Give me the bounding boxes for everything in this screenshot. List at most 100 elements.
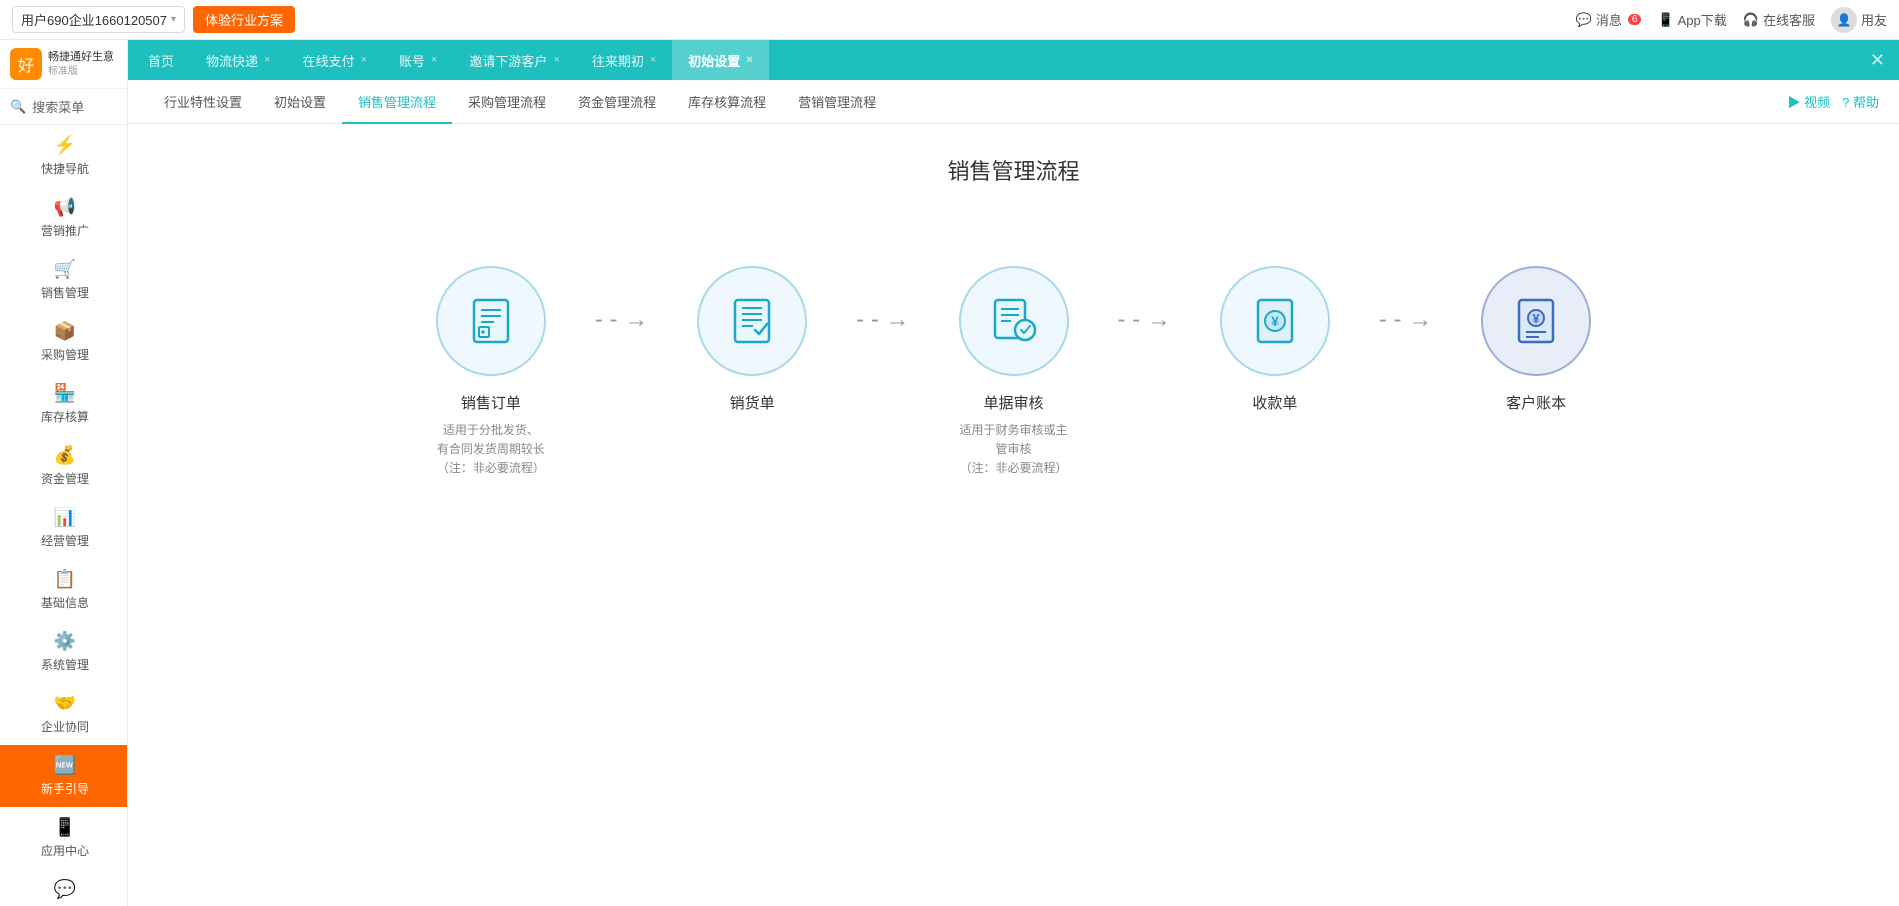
logistics-tab-close[interactable]: × [264, 54, 270, 66]
top-bar-right: 💬 消息 6 📱 App下载 🎧 在线客服 👤 用友 [1576, 7, 1887, 33]
top-bar-left: 用户690企业1660120507 ▾ 体验行业方案 [12, 6, 295, 33]
sidebar-item-label: 快捷导航 [41, 160, 89, 177]
sales-flow-tab-label: 销售管理流程 [358, 92, 436, 111]
nav-tab-invite[interactable]: 邀请下游客户 × [453, 40, 575, 80]
logo-text: 畅捷通好生意 标准版 [48, 50, 114, 77]
sidebar-item-sales[interactable]: 🛒 销售管理 [0, 249, 127, 311]
account-tab-label: 账号 [399, 51, 425, 70]
step-name-ledger: 客户账本 [1506, 392, 1566, 413]
nav-tab-payment[interactable]: 在线支付 × [286, 40, 382, 80]
system-icon: ⚙️ [54, 631, 76, 652]
arrow-2: - - → [852, 306, 913, 334]
marketing-flow-tab-label: 营销管理流程 [798, 92, 876, 111]
flow-circle-ledger: ¥ [1481, 266, 1591, 376]
video-link[interactable]: ▶ 视频 [1787, 92, 1830, 111]
init-setup-tab-close[interactable]: × [746, 54, 752, 66]
step-desc-sales-order: 适用于分批发货、有合同发货周期较长（注：非必要流程） [437, 421, 545, 479]
app-download-label: App下载 [1678, 10, 1727, 29]
sub-tab-init[interactable]: 初始设置 [258, 80, 342, 124]
purchase-flow-tab-label: 采购管理流程 [468, 92, 546, 111]
inventory-icon: 🏪 [54, 383, 76, 404]
sidebar-item-app-center[interactable]: 📱 应用中心 [0, 807, 127, 869]
sub-tab-marketing-flow[interactable]: 营销管理流程 [782, 80, 892, 124]
nav-tab-logistics[interactable]: 物流快递 × [190, 40, 286, 80]
nav-tab-period[interactable]: 往来期初 × [576, 40, 672, 80]
invite-tab-close[interactable]: × [553, 54, 559, 66]
flow-circle-delivery [697, 266, 807, 376]
sidebar-item-marketing[interactable]: 📢 营销推广 [0, 187, 127, 249]
user-selector[interactable]: 用户690企业1660120507 ▾ [12, 6, 185, 33]
sidebar-item-inventory[interactable]: 🏪 库存核算 [0, 373, 127, 435]
arrow-1: - - → [591, 306, 652, 334]
flow-step-audit: 单据审核 适用于财务审核或主管审核（注：非必要流程） [914, 266, 1114, 479]
flow-step-sales-order: 销售订单 适用于分批发货、有合同发货周期较长（注：非必要流程） [391, 266, 591, 479]
marketing-icon: 📢 [54, 197, 76, 218]
sidebar-search[interactable]: 🔍 搜索菜单 [0, 89, 127, 125]
user-avatar-item[interactable]: 👤 用友 [1831, 7, 1887, 33]
sidebar-item-label: 采购管理 [41, 346, 89, 363]
receipt-icon: ¥ [1248, 294, 1302, 348]
main-layout: 好 畅捷通好生意 标准版 🔍 搜索菜单 ⚡ 快捷导航 📢 营销推广 🛒 销售管理… [0, 40, 1899, 906]
avatar: 👤 [1831, 7, 1857, 33]
step-desc-audit: 适用于财务审核或主管审核（注：非必要流程） [959, 421, 1067, 479]
sidebar-item-label: 销售管理 [41, 284, 89, 301]
account-tab-close[interactable]: × [431, 54, 437, 66]
sidebar-item-quick-nav[interactable]: ⚡ 快捷导航 [0, 125, 127, 187]
service-label: 在线客服 [1763, 10, 1815, 29]
arrow-3: - - → [1114, 306, 1175, 334]
sidebar-item-basic-info[interactable]: 📋 基础信息 [0, 559, 127, 621]
sub-tabs-right: ▶ 视频 ? 帮助 [1787, 92, 1879, 111]
username-label: 用友 [1861, 10, 1887, 29]
flow-circle-receipt: ¥ [1220, 266, 1330, 376]
flow-step-receipt: ¥ 收款单 [1175, 266, 1375, 421]
play-icon: ▶ [1787, 95, 1800, 110]
step-name-receipt: 收款单 [1252, 392, 1297, 413]
sub-tab-purchase-flow[interactable]: 采购管理流程 [452, 80, 562, 124]
basic-info-icon: 📋 [54, 569, 76, 590]
nav-tab-account[interactable]: 账号 × [383, 40, 453, 80]
sidebar-item-label: 应用中心 [41, 842, 89, 859]
svg-text:¥: ¥ [1533, 311, 1541, 326]
period-tab-close[interactable]: × [650, 54, 656, 66]
download-icon: 📱 [1657, 12, 1673, 28]
logo-icon: 好 [10, 48, 42, 80]
sidebar-item-finance[interactable]: 💰 资金管理 [0, 435, 127, 497]
nav-tab-init-setup[interactable]: 初始设置 × [672, 40, 768, 80]
message-label: 消息 [1596, 10, 1622, 29]
sidebar-item-wechat[interactable]: 💬 企业微信 [0, 869, 127, 906]
page-content: 销售管理流程 销售订 [128, 124, 1899, 906]
sidebar-item-label: 新手引导 [41, 780, 89, 797]
step-name-audit: 单据审核 [983, 392, 1043, 413]
step-name-sales-order: 销售订单 [461, 392, 521, 413]
purchase-icon: 📦 [54, 321, 76, 342]
sidebar-item-label: 基础信息 [41, 594, 89, 611]
operation-icon: 📊 [54, 507, 76, 528]
sub-tab-inventory-flow[interactable]: 库存核算流程 [672, 80, 782, 124]
message-item[interactable]: 💬 消息 6 [1576, 10, 1642, 29]
sidebar-item-operation[interactable]: 📊 经营管理 [0, 497, 127, 559]
trial-button[interactable]: 体验行业方案 [193, 6, 295, 33]
collab-icon: 🤝 [54, 693, 76, 714]
user-label: 用户690企业1660120507 [21, 10, 167, 29]
chevron-down-icon: ▾ [171, 14, 176, 25]
guide-icon: 🆕 [54, 755, 76, 776]
sub-tab-finance-flow[interactable]: 资金管理流程 [562, 80, 672, 124]
payment-tab-close[interactable]: × [360, 54, 366, 66]
sales-icon: 🛒 [54, 259, 76, 280]
close-all-tabs[interactable]: ✕ [1860, 50, 1895, 71]
sub-tab-sales-flow[interactable]: 销售管理流程 [342, 80, 452, 124]
sub-tabs-bar: 行业特性设置 初始设置 销售管理流程 采购管理流程 资金管理流程 库存核算流程 [128, 80, 1899, 124]
app-center-icon: 📱 [54, 817, 76, 838]
nav-tab-home[interactable]: 首页 [132, 40, 190, 80]
sidebar-item-purchase[interactable]: 📦 采购管理 [0, 311, 127, 373]
app-download-item[interactable]: 📱 App下载 [1657, 10, 1726, 29]
service-item[interactable]: 🎧 在线客服 [1743, 10, 1815, 29]
sidebar-item-label: 营销推广 [41, 222, 89, 239]
sidebar-item-system[interactable]: ⚙️ 系统管理 [0, 621, 127, 683]
content-area: 首页 物流快递 × 在线支付 × 账号 × 邀请下游客户 × 往来期初 × [128, 40, 1899, 906]
sidebar-item-collab[interactable]: 🤝 企业协同 [0, 683, 127, 745]
sidebar-item-guide[interactable]: 🆕 新手引导 [0, 745, 127, 807]
svg-text:¥: ¥ [1271, 313, 1279, 329]
sub-tab-industry[interactable]: 行业特性设置 [148, 80, 258, 124]
help-link[interactable]: ? 帮助 [1842, 92, 1879, 111]
